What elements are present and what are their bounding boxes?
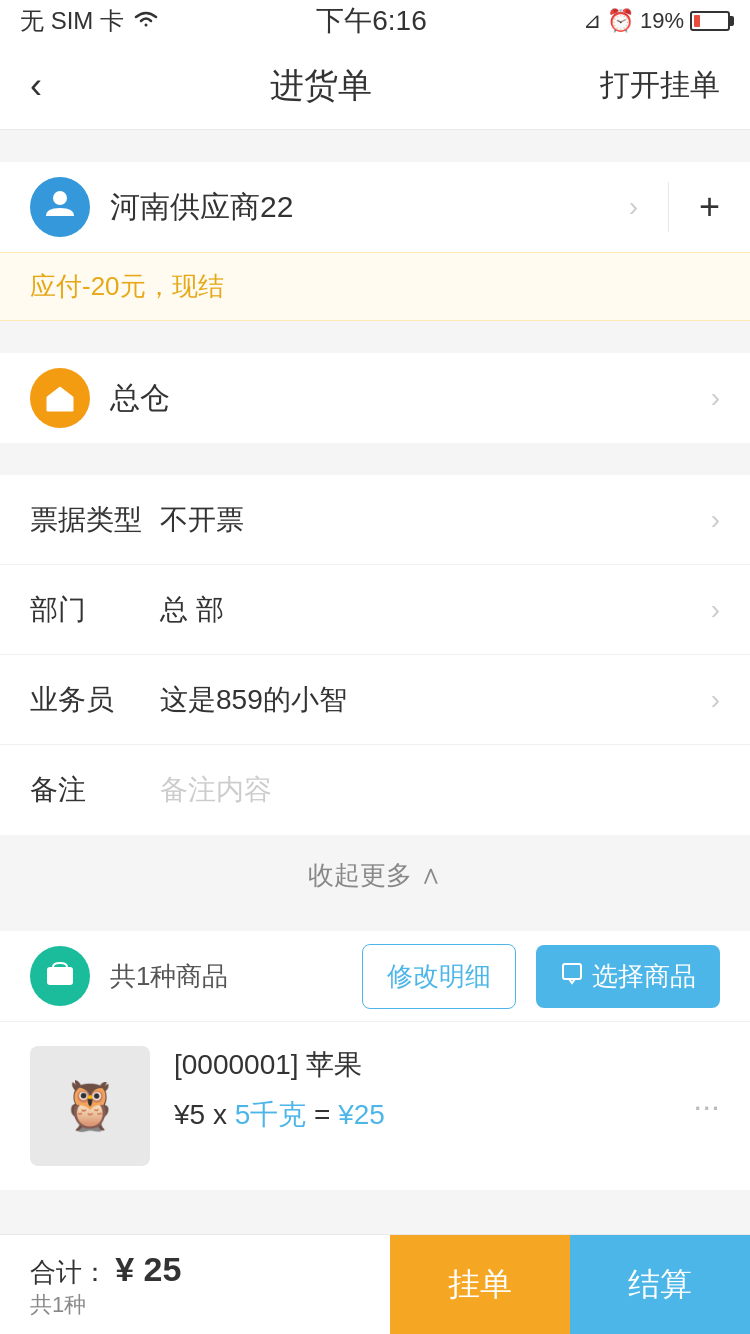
- svg-rect-2: [563, 964, 581, 979]
- warehouse-row[interactable]: 总仓 ›: [0, 353, 750, 443]
- product-more-button[interactable]: ···: [693, 1088, 720, 1125]
- supplier-avatar: [30, 177, 90, 237]
- salesperson-value: 这是859的小智: [160, 681, 711, 719]
- product-thumbnail: 🦉: [30, 1046, 150, 1166]
- product-price: ¥5 x 5千克 = ¥25: [174, 1096, 669, 1134]
- owl-icon: 🦉: [60, 1078, 120, 1134]
- product-name: [0000001] 苹果: [174, 1046, 669, 1084]
- notice-text: 应付-20元，现结: [30, 271, 224, 301]
- battery-percent: 19%: [640, 8, 684, 34]
- supplier-section: 河南供应商22 › + 应付-20元，现结: [0, 162, 750, 321]
- hold-button[interactable]: 挂单: [390, 1235, 570, 1334]
- supplier-name: 河南供应商22: [110, 187, 629, 228]
- total-line: 合计： ¥ 25: [30, 1250, 390, 1290]
- status-time: 下午6:16: [316, 2, 427, 40]
- dept-label: 部门: [30, 591, 160, 629]
- supplier-add-button[interactable]: +: [699, 186, 720, 228]
- status-bar: 无 SIM 卡 下午6:16 ⊿ ⏰ 19%: [0, 0, 750, 42]
- invoice-chevron-icon: ›: [711, 504, 720, 536]
- divider-2: [0, 321, 750, 337]
- collapse-label: 收起更多 ∧: [308, 858, 441, 893]
- invoice-row[interactable]: 票据类型 不开票 ›: [0, 475, 750, 565]
- divider-3: [0, 443, 750, 459]
- alarm-icon: ⏰: [607, 8, 634, 34]
- product-id: [0000001]: [174, 1049, 306, 1080]
- product-item: 🦉 [0000001] 苹果 ¥5 x 5千克 = ¥25 ···: [0, 1021, 750, 1190]
- remark-label: 备注: [30, 771, 160, 809]
- dept-value: 总 部: [160, 591, 711, 629]
- supplier-chevron-icon: ›: [629, 191, 638, 223]
- product-info: [0000001] 苹果 ¥5 x 5千克 = ¥25: [174, 1046, 669, 1134]
- salesperson-label: 业务员: [30, 681, 160, 719]
- supplier-divider: [668, 182, 669, 232]
- open-hold-button[interactable]: 打开挂单: [600, 65, 720, 106]
- salesperson-row[interactable]: 业务员 这是859的小智 ›: [0, 655, 750, 745]
- supplier-row[interactable]: 河南供应商22 › +: [0, 162, 750, 252]
- page-title: 进货单: [270, 63, 372, 109]
- remark-input[interactable]: 备注内容: [160, 771, 720, 809]
- wifi-icon: [132, 7, 160, 35]
- nav-bar: ‹ 进货单 打开挂单: [0, 42, 750, 130]
- equals-sign: =: [314, 1099, 338, 1130]
- total-amount: ¥ 25: [115, 1250, 181, 1288]
- product-total: ¥25: [338, 1099, 385, 1130]
- cart-icon-wrap: [30, 946, 90, 1006]
- products-header: 共1种商品 修改明细 选择商品: [0, 931, 750, 1021]
- salesperson-chevron-icon: ›: [711, 684, 720, 716]
- svg-rect-1: [47, 967, 73, 985]
- collapse-bar[interactable]: 收起更多 ∧: [0, 835, 750, 915]
- notice-bar: 应付-20元，现结: [0, 252, 750, 321]
- products-section: 共1种商品 修改明细 选择商品 🦉 [0000001] 苹果 ¥5 x: [0, 931, 750, 1190]
- warehouse-section: 总仓 ›: [0, 353, 750, 443]
- divider-4: [0, 915, 750, 931]
- carrier-label: 无 SIM 卡: [20, 5, 124, 37]
- dept-row[interactable]: 部门 总 部 ›: [0, 565, 750, 655]
- battery-icon: [690, 11, 730, 31]
- product-title: 苹果: [306, 1049, 362, 1080]
- bottom-total: 合计： ¥ 25 共1种: [0, 1235, 390, 1334]
- divider-top: [0, 130, 750, 146]
- edit-detail-button[interactable]: 修改明细: [362, 944, 516, 1009]
- total-sub: 共1种: [30, 1290, 390, 1320]
- svg-point-0: [53, 191, 67, 205]
- dept-chevron-icon: ›: [711, 594, 720, 626]
- bottom-bar: 合计： ¥ 25 共1种 挂单 结算: [0, 1234, 750, 1334]
- select-icon: [560, 961, 584, 992]
- invoice-label: 票据类型: [30, 501, 160, 539]
- location-icon: ⊿: [583, 8, 601, 34]
- products-count: 共1种商品: [110, 959, 342, 994]
- unit-price: ¥5: [174, 1099, 205, 1130]
- price-separator: x: [213, 1099, 235, 1130]
- quantity: 5千克: [235, 1099, 307, 1130]
- remark-row[interactable]: 备注 备注内容: [0, 745, 750, 835]
- checkout-button[interactable]: 结算: [570, 1235, 750, 1334]
- back-button[interactable]: ‹: [30, 65, 42, 107]
- person-icon: [43, 186, 77, 228]
- warehouse-icon-wrap: [30, 368, 90, 428]
- status-left: 无 SIM 卡: [20, 5, 160, 37]
- form-section: 票据类型 不开票 › 部门 总 部 › 业务员 这是859的小智 › 备注 备注…: [0, 475, 750, 835]
- select-product-label: 选择商品: [592, 959, 696, 994]
- status-right: ⊿ ⏰ 19%: [583, 8, 730, 34]
- total-label: 合计：: [30, 1257, 108, 1287]
- warehouse-name: 总仓: [110, 378, 711, 419]
- invoice-value: 不开票: [160, 501, 711, 539]
- warehouse-chevron-icon: ›: [711, 382, 720, 414]
- select-product-button[interactable]: 选择商品: [536, 945, 720, 1008]
